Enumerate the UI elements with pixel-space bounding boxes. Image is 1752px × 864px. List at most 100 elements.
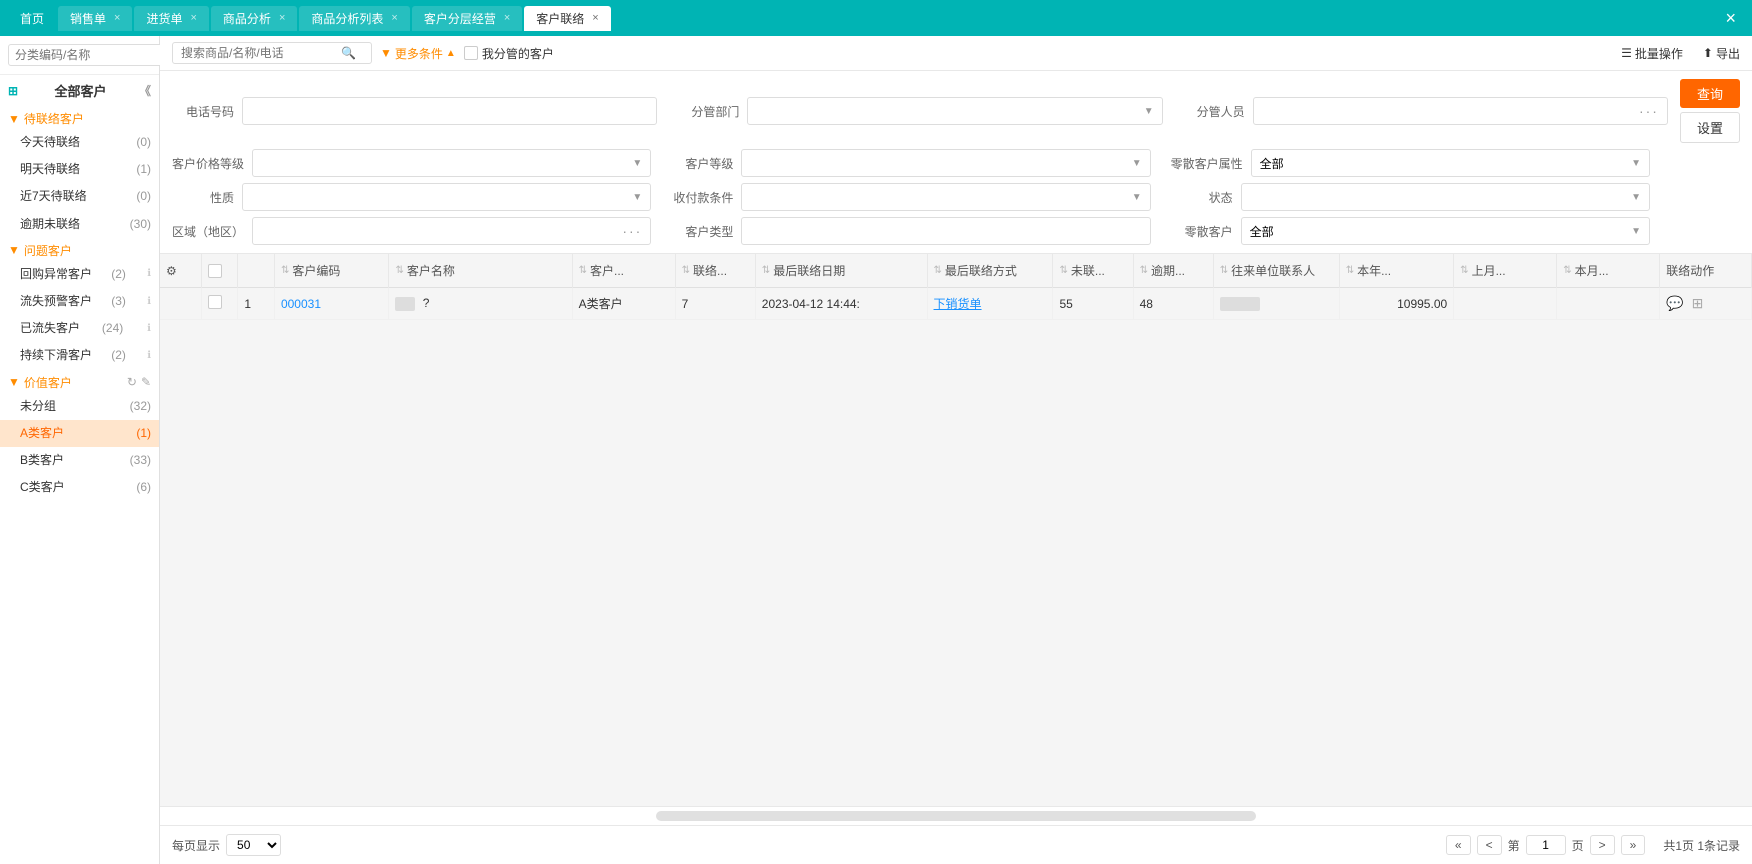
sidebar-item-a-class[interactable]: A类客户 (1) xyxy=(0,420,159,447)
sidebar-item-c-count: (6) xyxy=(136,478,151,497)
gear-icon[interactable]: ⚙ xyxy=(166,264,177,278)
filter-phone-input[interactable] xyxy=(242,97,657,125)
row-type: A类客户 xyxy=(579,297,623,311)
group-value-customers[interactable]: ▼ 价值客户 ↻ ✎ xyxy=(0,370,159,393)
sidebar-item-churned[interactable]: 已流失客户 (24) ℹ xyxy=(0,315,159,342)
page-input[interactable] xyxy=(1526,835,1566,855)
last-page-btn[interactable]: » xyxy=(1621,835,1646,855)
filter-payment-input[interactable]: ▼ xyxy=(741,183,1150,211)
th-name-label: 客户名称 xyxy=(407,262,455,279)
filter-retail-attr-input[interactable]: 全部 ▼ xyxy=(1251,149,1650,177)
filter-dept-field: 分管部门 ▼ xyxy=(677,97,1162,125)
sidebar-item-b-class[interactable]: B类客户 (33) xyxy=(0,447,159,474)
my-customers-checkbox-wrap[interactable]: 我分管的客户 xyxy=(464,45,554,62)
close-all-button[interactable]: × xyxy=(1717,8,1744,29)
sidebar-item-repurchase-abnormal[interactable]: 回购异常客户 (2) ℹ xyxy=(0,261,159,288)
nav-tab-purchase[interactable]: 进货单 × xyxy=(134,6,208,31)
row-code-cell[interactable]: 000031 xyxy=(274,288,388,320)
th-lm-sort[interactable]: ⇅ xyxy=(1460,265,1468,276)
sidebar-item-churned-count: (24) xyxy=(102,319,123,338)
settings-button[interactable]: 设置 xyxy=(1680,112,1740,143)
group-pending-contact[interactable]: ▼ 待联络客户 xyxy=(0,106,159,129)
nav-tab-purchase-close[interactable]: × xyxy=(190,12,196,24)
row-last-contact-method-cell[interactable]: 下销货单 xyxy=(927,288,1053,320)
filter-dept-input[interactable]: ▼ xyxy=(747,97,1162,125)
nav-tab-customer-tier[interactable]: 客户分层经营 × xyxy=(412,6,522,31)
h-scrollbar-wrap xyxy=(160,806,1752,825)
chat-icon[interactable]: 💬 xyxy=(1666,295,1683,312)
filter-search-input[interactable] xyxy=(181,46,341,60)
th-lm-label: 上月... xyxy=(1472,262,1506,279)
th-tm-sort[interactable]: ⇅ xyxy=(1563,265,1571,276)
first-page-btn[interactable]: « xyxy=(1446,835,1471,855)
row-checkbox[interactable] xyxy=(208,295,222,309)
nav-tab-customer-contact[interactable]: 客户联络 × xyxy=(524,6,610,31)
filter-retail-cust-input[interactable]: 全部 ▼ xyxy=(1241,217,1650,245)
retail-attr-caret: ▼ xyxy=(1631,158,1641,169)
header-checkbox[interactable] xyxy=(208,264,222,278)
group-problem-customers[interactable]: ▼ 问题客户 xyxy=(0,238,159,261)
th-uc-sort[interactable]: ⇅ xyxy=(1220,265,1228,276)
th-nc-sort[interactable]: ⇅ xyxy=(1059,265,1067,276)
th-code-sort[interactable]: ⇅ xyxy=(281,265,289,276)
th-type-sort[interactable]: ⇅ xyxy=(579,265,587,276)
filter-search-icon[interactable]: 🔍 xyxy=(341,46,356,60)
nav-tab-home[interactable]: 首页 xyxy=(8,6,56,31)
sidebar-item-today[interactable]: 今天待联络 (0) xyxy=(0,129,159,156)
bulk-ops-btn[interactable]: ☰ 批量操作 xyxy=(1621,45,1683,62)
sidebar-item-churn-warning[interactable]: 流失预警客户 (3) ℹ xyxy=(0,288,159,315)
customer-table: ⚙ ⇅ xyxy=(160,254,1752,320)
th-od-sort[interactable]: ⇅ xyxy=(1140,265,1148,276)
row-unit-contact-indicator xyxy=(1220,297,1260,311)
th-ty-label: 本年... xyxy=(1357,262,1391,279)
sidebar-item-7days[interactable]: 近7天待联络 (0) xyxy=(0,183,159,210)
filter-status-input[interactable]: ▼ xyxy=(1241,183,1650,211)
table-scroll-wrap[interactable]: ⚙ ⇅ xyxy=(160,254,1752,806)
sidebar-item-c-class[interactable]: C类客户 (6) xyxy=(0,474,159,501)
link-icon[interactable]: ⊞ xyxy=(1692,295,1704,312)
nav-tab-sales-label: 销售单 xyxy=(70,10,106,27)
next-page-btn[interactable]: > xyxy=(1590,835,1615,855)
sidebar-item-tomorrow[interactable]: 明天待联络 (1) xyxy=(0,156,159,183)
edit-icon[interactable]: ✎ xyxy=(141,375,151,389)
nav-tab-goods-analysis-close[interactable]: × xyxy=(279,12,285,24)
all-customers-header[interactable]: ⊞ 全部客户 《 xyxy=(0,75,159,106)
filter-region-input[interactable]: ··· xyxy=(252,217,651,245)
h-scrollbar[interactable] xyxy=(656,811,1256,821)
sidebar-collapse-btn[interactable]: 《 xyxy=(139,82,151,99)
sidebar-item-declining[interactable]: 持续下滑客户 (2) ℹ xyxy=(0,342,159,369)
nav-tab-goods-analysis-list-close[interactable]: × xyxy=(391,12,397,24)
sidebar-item-tomorrow-count: (1) xyxy=(136,160,151,179)
prev-page-btn[interactable]: < xyxy=(1477,835,1502,855)
sidebar-item-overdue[interactable]: 逾期未联络 (30) xyxy=(0,211,159,238)
export-btn[interactable]: ⬆ 导出 xyxy=(1703,45,1740,62)
th-ty-sort[interactable]: ⇅ xyxy=(1346,265,1354,276)
per-page-select[interactable]: 50 100 200 xyxy=(226,834,281,856)
nav-tab-sales[interactable]: 销售单 × xyxy=(58,6,132,31)
filter-nature-input[interactable]: ▼ xyxy=(242,183,651,211)
nav-tab-sales-close[interactable]: × xyxy=(114,12,120,24)
sidebar-item-ra-label: 回购异常客户 xyxy=(20,265,92,284)
th-lcm-sort[interactable]: ⇅ xyxy=(934,265,942,276)
th-name-sort[interactable]: ⇅ xyxy=(395,265,403,276)
th-contact-sort[interactable]: ⇅ xyxy=(682,265,690,276)
filter-price-level-input[interactable]: ▼ xyxy=(252,149,651,177)
sidebar-item-unclassified[interactable]: 未分组 (32) xyxy=(0,393,159,420)
sidebar-search-input[interactable] xyxy=(8,44,177,66)
nav-tab-goods-analysis-list[interactable]: 商品分析列表 × xyxy=(299,6,409,31)
refresh-icon[interactable]: ↻ xyxy=(127,375,137,389)
th-lcd-sort[interactable]: ⇅ xyxy=(762,265,770,276)
filter-cust-level-input[interactable]: ▼ xyxy=(741,149,1150,177)
nav-tab-customer-contact-close[interactable]: × xyxy=(592,12,598,24)
filter-person-input[interactable]: ··· xyxy=(1253,97,1668,125)
more-conditions-btn[interactable]: ▼ 更多条件 ▲ xyxy=(380,45,456,62)
row-this-month-cell xyxy=(1557,288,1660,320)
nav-tab-customer-tier-close[interactable]: × xyxy=(504,12,510,24)
sidebar-item-tomorrow-label: 明天待联络 xyxy=(20,160,80,179)
filter-cust-type-input[interactable] xyxy=(741,217,1150,245)
query-button[interactable]: 查询 xyxy=(1680,79,1740,108)
my-customers-checkbox[interactable] xyxy=(464,46,478,60)
filter-region-label: 区域（地区） xyxy=(172,223,252,240)
th-unit-contact: ⇅ 往来单位联系人 xyxy=(1213,254,1339,288)
nav-tab-goods-analysis[interactable]: 商品分析 × xyxy=(211,6,297,31)
